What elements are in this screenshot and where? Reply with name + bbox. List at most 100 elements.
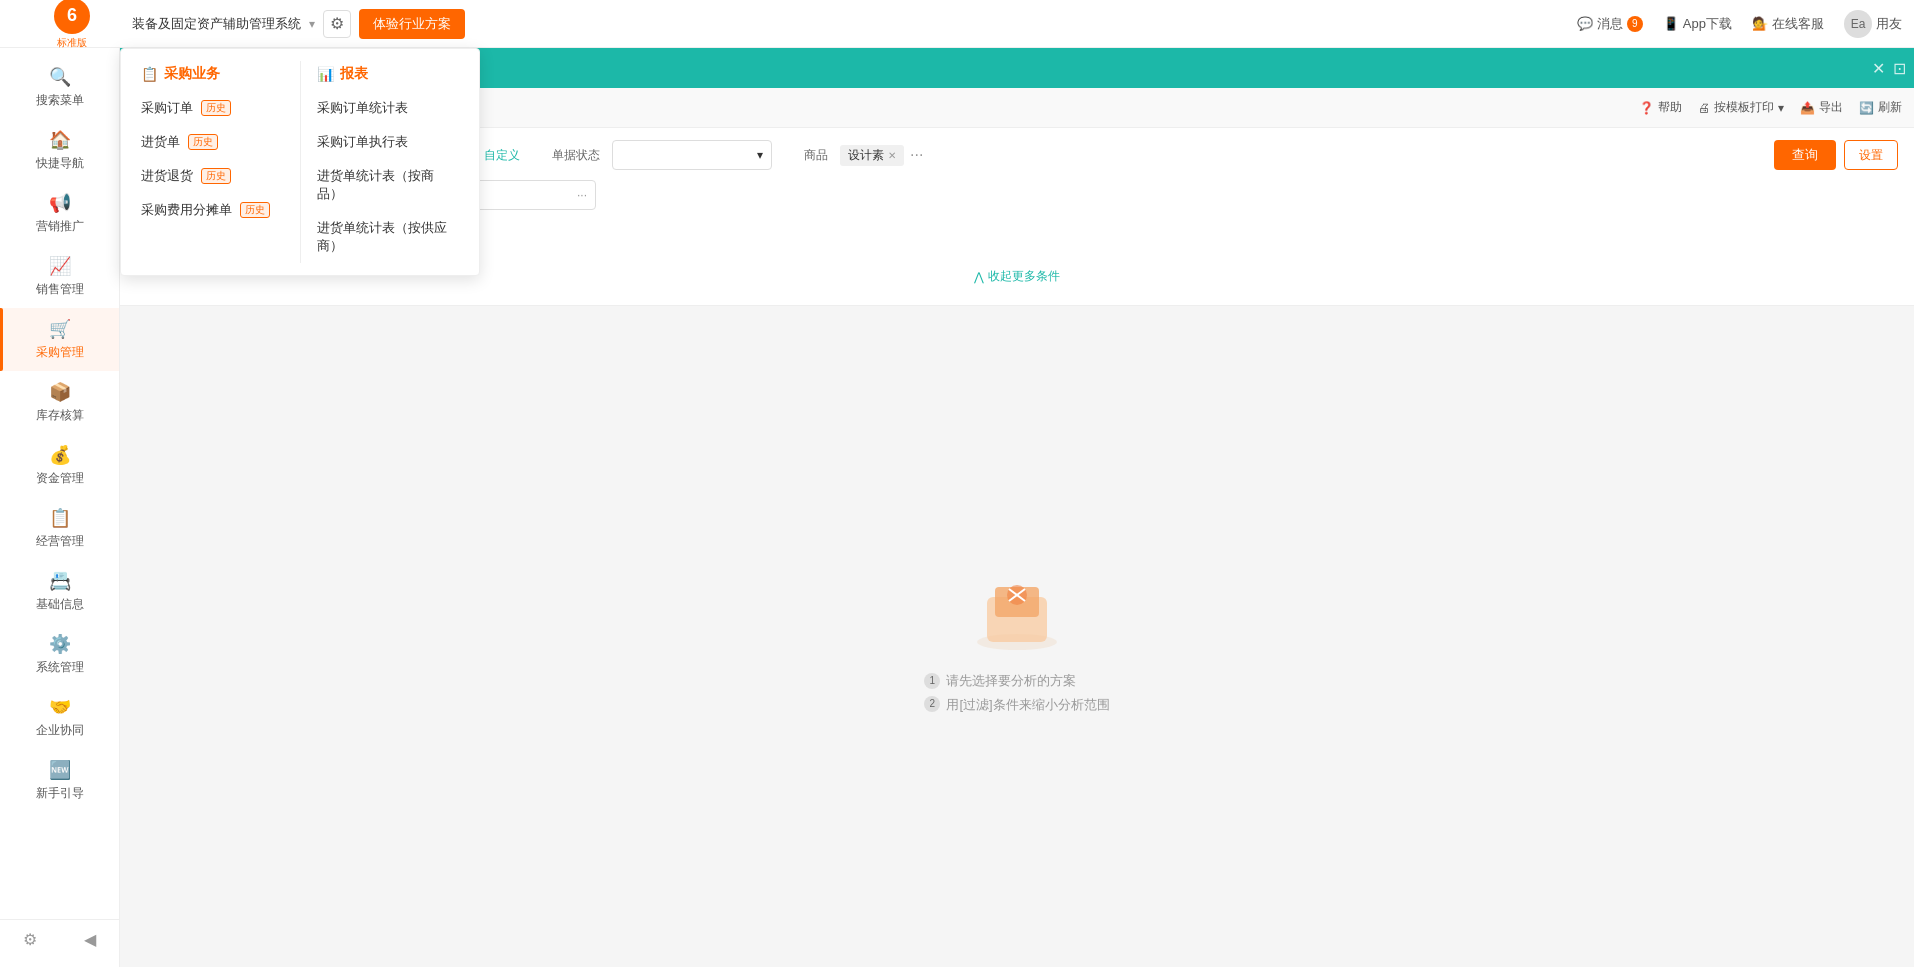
sidebar-item-operations-label: 经营管理 xyxy=(36,533,84,550)
refresh-label: 刷新 xyxy=(1878,99,1902,116)
menu-item-purchase-order-stat[interactable]: 采购订单统计表 xyxy=(309,91,468,125)
empty-hint-2-text: 用[过滤]条件来缩小分析范围 xyxy=(946,693,1109,716)
salesman-more-dots[interactable]: ··· xyxy=(577,188,587,202)
header-right: 💬 消息 9 📱 App下载 💁 在线客服 Ea 用友 xyxy=(1577,10,1902,38)
sidebar-item-system[interactable]: ⚙️ 系统管理 xyxy=(0,623,119,686)
step-1-num: 1 xyxy=(924,673,940,689)
sidebar-item-quicknav-label: 快捷导航 xyxy=(36,155,84,172)
menu-item-purchase-order-exec[interactable]: 采购订单执行表 xyxy=(309,125,468,159)
sidebar-item-operations[interactable]: 📋 经营管理 xyxy=(0,497,119,560)
sidebar-item-purchase-label: 采购管理 xyxy=(36,344,84,361)
sidebar-item-quicknav[interactable]: 🏠 快捷导航 xyxy=(0,119,119,182)
query-button[interactable]: 查询 xyxy=(1774,140,1836,170)
sidebar-item-capital[interactable]: 💰 资金管理 xyxy=(0,434,119,497)
sidebar-item-marketing-label: 营销推广 xyxy=(36,218,84,235)
refresh-btn[interactable]: 🔄 刷新 xyxy=(1859,99,1902,116)
menu-item-purchase-order-label: 采购订单 xyxy=(141,99,193,117)
inventory-icon: 📦 xyxy=(49,381,71,403)
step-2-num: 2 xyxy=(924,696,940,712)
home-icon: 🏠 xyxy=(49,129,71,151)
sidebar-item-search[interactable]: 🔍 搜索菜单 xyxy=(0,56,119,119)
active-indicator xyxy=(0,308,3,371)
goods-tag: 设计素 ✕ xyxy=(840,145,904,166)
online-service-label: 在线客服 xyxy=(1772,15,1824,33)
goods-tag-label: 设计素 xyxy=(848,147,884,164)
sidebar-item-search-label: 搜索菜单 xyxy=(36,92,84,109)
empty-hint: 1 请先选择要分析的方案 2 用[过滤]条件来缩小分析范围 xyxy=(924,669,1109,716)
sidebar-item-guide[interactable]: 🆕 新手引导 xyxy=(0,749,119,812)
system-title-dropdown-icon[interactable]: ▾ xyxy=(309,17,315,31)
capital-icon: 💰 xyxy=(49,444,71,466)
avatar: Ea xyxy=(1844,10,1872,38)
menu-item-purchase-order[interactable]: 采购订单 历史 xyxy=(133,91,292,125)
sidebar-item-collab[interactable]: 🤝 企业协同 xyxy=(0,686,119,749)
refresh-icon: 🔄 xyxy=(1859,101,1874,115)
menu-item-purchase-expense-label: 采购费用分摊单 xyxy=(141,201,232,219)
sidebar-item-purchase[interactable]: 🛒 采购管理 xyxy=(0,308,119,371)
report-col: 📊 报表 采购订单统计表 采购订单执行表 进货单统计表（按商品） 进货单统计表（… xyxy=(309,61,468,263)
logo-subtitle: 标准版 xyxy=(57,36,87,50)
menu-item-stock-stat-by-goods[interactable]: 进货单统计表（按商品） xyxy=(309,159,468,211)
industry-btn[interactable]: 体验行业方案 xyxy=(359,9,465,39)
guide-icon: 🆕 xyxy=(49,759,71,781)
purchase-icon: 🛒 xyxy=(49,318,71,340)
tab-maximize-icon[interactable]: ⊡ xyxy=(1893,59,1906,78)
menu-item-stock-stat-by-supplier[interactable]: 进货单统计表（按供应商） xyxy=(309,211,468,263)
menu-item-stock-return[interactable]: 进货退货 历史 xyxy=(133,159,292,193)
sidebar-item-guide-label: 新手引导 xyxy=(36,785,84,802)
doc-status-select[interactable]: ▾ xyxy=(612,140,772,170)
system-icon: ⚙️ xyxy=(49,633,71,655)
settings-icon[interactable]: ⚙ xyxy=(23,930,37,949)
app-download-label: App下载 xyxy=(1683,15,1732,33)
sidebar-item-sales-label: 销售管理 xyxy=(36,281,84,298)
collapse-label: 收起更多条件 xyxy=(988,268,1060,285)
tab-close-window-icon[interactable]: ✕ xyxy=(1872,59,1885,78)
logo-area: 6 标准版 xyxy=(12,0,132,50)
sidebar-item-collab-label: 企业协同 xyxy=(36,722,84,739)
collapse-up-icon: ⋀ xyxy=(974,270,984,284)
menu-item-stock-in[interactable]: 进货单 历史 xyxy=(133,125,292,159)
goods-label: 商品 xyxy=(804,147,828,164)
purchase-dropdown-menu: 📋 采购业务 采购订单 历史 进货单 历史 进货退货 历史 采购费用分摊单 历史 xyxy=(120,48,480,276)
dropdown-columns: 📋 采购业务 采购订单 历史 进货单 历史 进货退货 历史 采购费用分摊单 历史 xyxy=(121,61,479,263)
sidebar-item-marketing[interactable]: 📢 营销推广 xyxy=(0,182,119,245)
print-btn[interactable]: 🖨 按模板打印 ▾ xyxy=(1698,99,1784,116)
export-label: 导出 xyxy=(1819,99,1843,116)
set-button[interactable]: 设置 xyxy=(1844,140,1898,170)
export-btn[interactable]: 📤 导出 xyxy=(1800,99,1843,116)
message-label: 消息 xyxy=(1597,15,1623,33)
action-buttons: 查询 设置 xyxy=(1774,140,1898,170)
user-btn[interactable]: Ea 用友 xyxy=(1844,10,1902,38)
report-header-label: 报表 xyxy=(340,65,368,83)
user-label: 用友 xyxy=(1876,15,1902,33)
empty-hint-1: 1 请先选择要分析的方案 xyxy=(924,669,1109,692)
sidebar-item-basicinfo[interactable]: 📇 基础信息 xyxy=(0,560,119,623)
service-icon: 💁 xyxy=(1752,16,1768,31)
app-download-btn[interactable]: 📱 App下载 xyxy=(1663,15,1732,33)
print-dropdown-icon[interactable]: ▾ xyxy=(1778,101,1784,115)
doc-status-dropdown-icon: ▾ xyxy=(757,148,763,162)
sidebar-item-system-label: 系统管理 xyxy=(36,659,84,676)
online-service-btn[interactable]: 💁 在线客服 xyxy=(1752,15,1824,33)
sidebar-item-sales[interactable]: 📈 销售管理 xyxy=(0,245,119,308)
sidebar-item-inventory[interactable]: 📦 库存核算 xyxy=(0,371,119,434)
empty-illustration xyxy=(957,557,1077,657)
empty-hint-1-text: 请先选择要分析的方案 xyxy=(946,669,1076,692)
help-btn[interactable]: ❓ 帮助 xyxy=(1639,99,1682,116)
sidebar-item-capital-label: 资金管理 xyxy=(36,470,84,487)
menu-item-purchase-order-stat-label: 采购订单统计表 xyxy=(317,99,408,117)
doc-status-label: 单据状态 xyxy=(552,147,600,164)
message-btn[interactable]: 💬 消息 9 xyxy=(1577,15,1643,33)
goods-more-dots[interactable]: ··· xyxy=(910,146,923,164)
shortcut-custom[interactable]: 自定义 xyxy=(484,147,520,164)
gear-button[interactable]: ⚙ xyxy=(323,10,351,38)
history-badge-purchase-order: 历史 xyxy=(201,100,231,116)
purchase-business-col: 📋 采购业务 采购订单 历史 进货单 历史 进货退货 历史 采购费用分摊单 历史 xyxy=(133,61,292,263)
collapse-sidebar-icon[interactable]: ◀ xyxy=(84,930,96,949)
print-label: 按模板打印 xyxy=(1714,99,1774,116)
report-header: 📊 报表 xyxy=(309,61,468,91)
goods-filter: 设计素 ✕ ··· xyxy=(840,145,923,166)
goods-tag-close[interactable]: ✕ xyxy=(888,150,896,161)
help-label: 帮助 xyxy=(1658,99,1682,116)
menu-item-purchase-expense[interactable]: 采购费用分摊单 历史 xyxy=(133,193,292,227)
